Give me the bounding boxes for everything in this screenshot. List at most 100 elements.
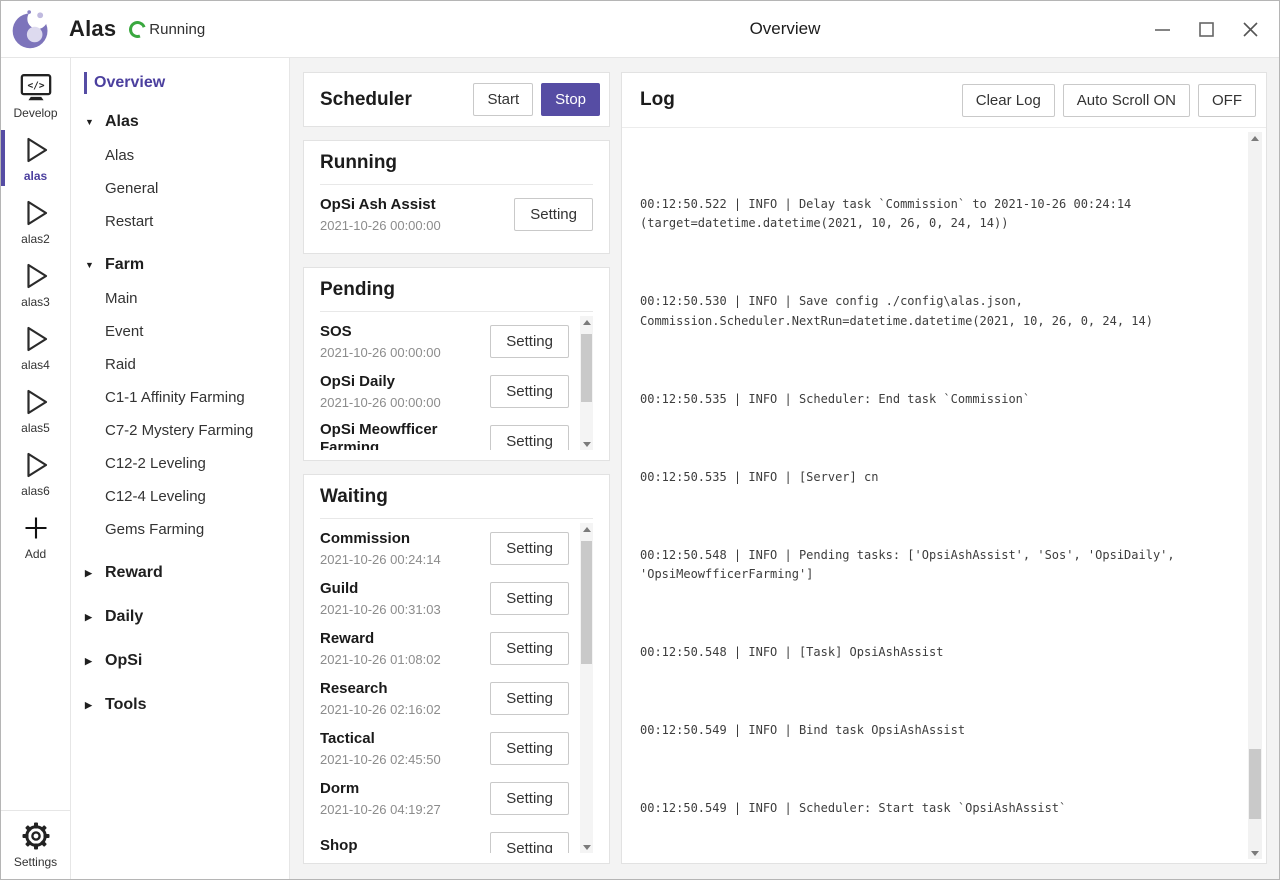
log-title: Log	[640, 89, 675, 111]
rail-item-label: alas	[24, 169, 47, 183]
log-line: 00:12:50.549 | INFO | Bind task OpsiAshA…	[640, 721, 1236, 741]
task-setting-button[interactable]: Setting	[490, 325, 569, 358]
log-scrollbar[interactable]	[1248, 132, 1262, 859]
sidebar-item-c1-1-affinity-farming[interactable]: C1-1 Affinity Farming	[71, 381, 289, 414]
pending-scrollbar[interactable]	[580, 316, 593, 450]
sidebar-item-event[interactable]: Event	[71, 315, 289, 348]
scroll-up-icon[interactable]	[580, 523, 593, 535]
rail-item-label: alas2	[21, 232, 50, 246]
clear-log-button[interactable]: Clear Log	[962, 84, 1055, 117]
task-setting-button[interactable]: Setting	[514, 198, 593, 231]
sidebar-item-c12-2-leveling[interactable]: C12-2 Leveling	[71, 447, 289, 480]
sidebar-section-opsi[interactable]: ▶OpSi	[71, 644, 289, 678]
task-setting-button[interactable]: Setting	[490, 832, 569, 854]
play-icon	[21, 197, 51, 229]
sidebar-item-raid[interactable]: Raid	[71, 348, 289, 381]
task-next-run-time: 2021-10-26 02:16:02	[320, 702, 441, 717]
titlebar: Alas Running Overview	[1, 1, 1279, 58]
play-icon	[21, 386, 51, 418]
rail-item-alas2[interactable]: alas2	[1, 190, 70, 252]
task-name: Dorm	[320, 780, 441, 798]
sidebar-item-restart[interactable]: Restart	[71, 205, 289, 238]
settings-label: Settings	[14, 855, 57, 869]
task-setting-button[interactable]: Setting	[490, 375, 569, 408]
task-name: Shop	[320, 837, 358, 853]
window-controls	[1147, 1, 1265, 57]
sidebar-item-general[interactable]: General	[71, 172, 289, 205]
section-label: Daily	[105, 608, 143, 626]
task-next-run-time: 2021-10-26 01:08:02	[320, 652, 441, 667]
sidebar-section-reward[interactable]: ▶Reward	[71, 556, 289, 590]
task-row: Tactical 2021-10-26 02:45:50 Setting	[320, 723, 569, 773]
task-next-run-time: 2021-10-26 00:24:14	[320, 552, 441, 567]
close-icon[interactable]	[1235, 14, 1265, 44]
rail-item-develop[interactable]: </>Develop	[1, 64, 70, 126]
scheduler-title: Scheduler	[320, 89, 412, 111]
sidebar-section-tools[interactable]: ▶Tools	[71, 688, 289, 722]
task-setting-button[interactable]: Setting	[490, 732, 569, 765]
autoscroll-on-button[interactable]: Auto Scroll ON	[1063, 84, 1190, 117]
sidebar-section-farm[interactable]: ▼Farm	[71, 248, 289, 282]
scheduler-stop-button[interactable]: Stop	[541, 83, 600, 116]
waiting-title: Waiting	[320, 486, 593, 519]
log-lines: 00:12:50.522 | INFO | Delay task `Commis…	[640, 136, 1236, 863]
task-name: OpSi Daily	[320, 373, 441, 391]
scheduler-start-button[interactable]: Start	[473, 83, 533, 116]
app-logo-icon	[8, 6, 54, 52]
log-line: 00:12:50.535 | INFO | Scheduler: End tas…	[640, 390, 1236, 410]
code-monitor-icon: </>	[19, 71, 53, 103]
rail-item-alas5[interactable]: alas5	[1, 379, 70, 441]
sidebar-section-alas[interactable]: ▼Alas	[71, 105, 289, 139]
sidebar-item-c7-2-mystery-farming[interactable]: C7-2 Mystery Farming	[71, 414, 289, 447]
sidebar-item-alas[interactable]: Alas	[71, 139, 289, 172]
rail-item-alas3[interactable]: alas3	[1, 253, 70, 315]
log-header: Log Clear Log Auto Scroll ON OFF	[622, 73, 1266, 128]
chevron-collapsed-icon: ▶	[85, 612, 96, 623]
task-setting-button[interactable]: Setting	[490, 782, 569, 815]
pending-title: Pending	[320, 279, 593, 312]
task-setting-button[interactable]: Setting	[490, 532, 569, 565]
task-row: Shop Setting	[320, 823, 569, 853]
scroll-down-icon[interactable]	[1248, 847, 1262, 859]
sidebar-section-daily[interactable]: ▶ Daily	[71, 600, 289, 634]
waiting-scrollbar[interactable]	[580, 523, 593, 853]
scroll-down-icon[interactable]	[580, 438, 593, 450]
play-icon	[21, 260, 51, 292]
waiting-panel: Waiting Commission 2021-10-26 00:24:14 S…	[303, 474, 610, 864]
sidebar-item-overview[interactable]: Overview	[71, 71, 289, 95]
overview-label: Overview	[94, 74, 165, 91]
log-line: 00:12:50.535 | INFO | [Server] cn	[640, 468, 1236, 488]
chevron-expanded-icon: ▼	[85, 117, 96, 127]
task-name: Guild	[320, 580, 441, 598]
rail-item-label: alas6	[21, 484, 50, 498]
task-setting-button[interactable]: Setting	[490, 582, 569, 615]
scroll-down-icon[interactable]	[580, 841, 593, 853]
rail-item-alas4[interactable]: alas4	[1, 316, 70, 378]
scroll-up-icon[interactable]	[580, 316, 593, 328]
rail-item-alas[interactable]: alas	[1, 127, 70, 189]
sidebar-item-gems-farming[interactable]: Gems Farming	[71, 513, 289, 546]
sidebar-item-c12-4-leveling[interactable]: C12-4 Leveling	[71, 480, 289, 513]
log-line: 00:12:50.548 | INFO | [Task] OpsiAshAssi…	[640, 643, 1236, 663]
task-setting-button[interactable]: Setting	[490, 425, 569, 451]
sidebar-item-main[interactable]: Main	[71, 282, 289, 315]
maximize-icon[interactable]	[1191, 14, 1221, 44]
rail-item-settings[interactable]: Settings	[1, 810, 70, 879]
rail-item-add[interactable]: Add	[1, 505, 70, 567]
rail-item-alas6[interactable]: alas6	[1, 442, 70, 504]
chevron-collapsed-icon: ▶	[85, 568, 96, 579]
task-row: OpSi Meowfficer Farming Setting	[320, 416, 569, 450]
minimize-icon[interactable]	[1147, 14, 1177, 44]
scroll-up-icon[interactable]	[1248, 132, 1262, 144]
autoscroll-off-button[interactable]: OFF	[1198, 84, 1256, 117]
running-spinner-icon	[126, 18, 149, 41]
task-setting-button[interactable]: Setting	[490, 632, 569, 665]
task-next-run-time: 2021-10-26 02:45:50	[320, 752, 441, 767]
chevron-expanded-icon: ▼	[85, 260, 96, 270]
task-next-run-time: 2021-10-26 00:00:00	[320, 218, 441, 233]
task-next-run-time: 2021-10-26 04:19:27	[320, 802, 441, 817]
task-setting-button[interactable]: Setting	[490, 682, 569, 715]
task-row: Commission 2021-10-26 00:24:14 Setting	[320, 523, 569, 573]
section-label: Tools	[105, 696, 146, 714]
active-indicator-bar	[1, 130, 5, 186]
